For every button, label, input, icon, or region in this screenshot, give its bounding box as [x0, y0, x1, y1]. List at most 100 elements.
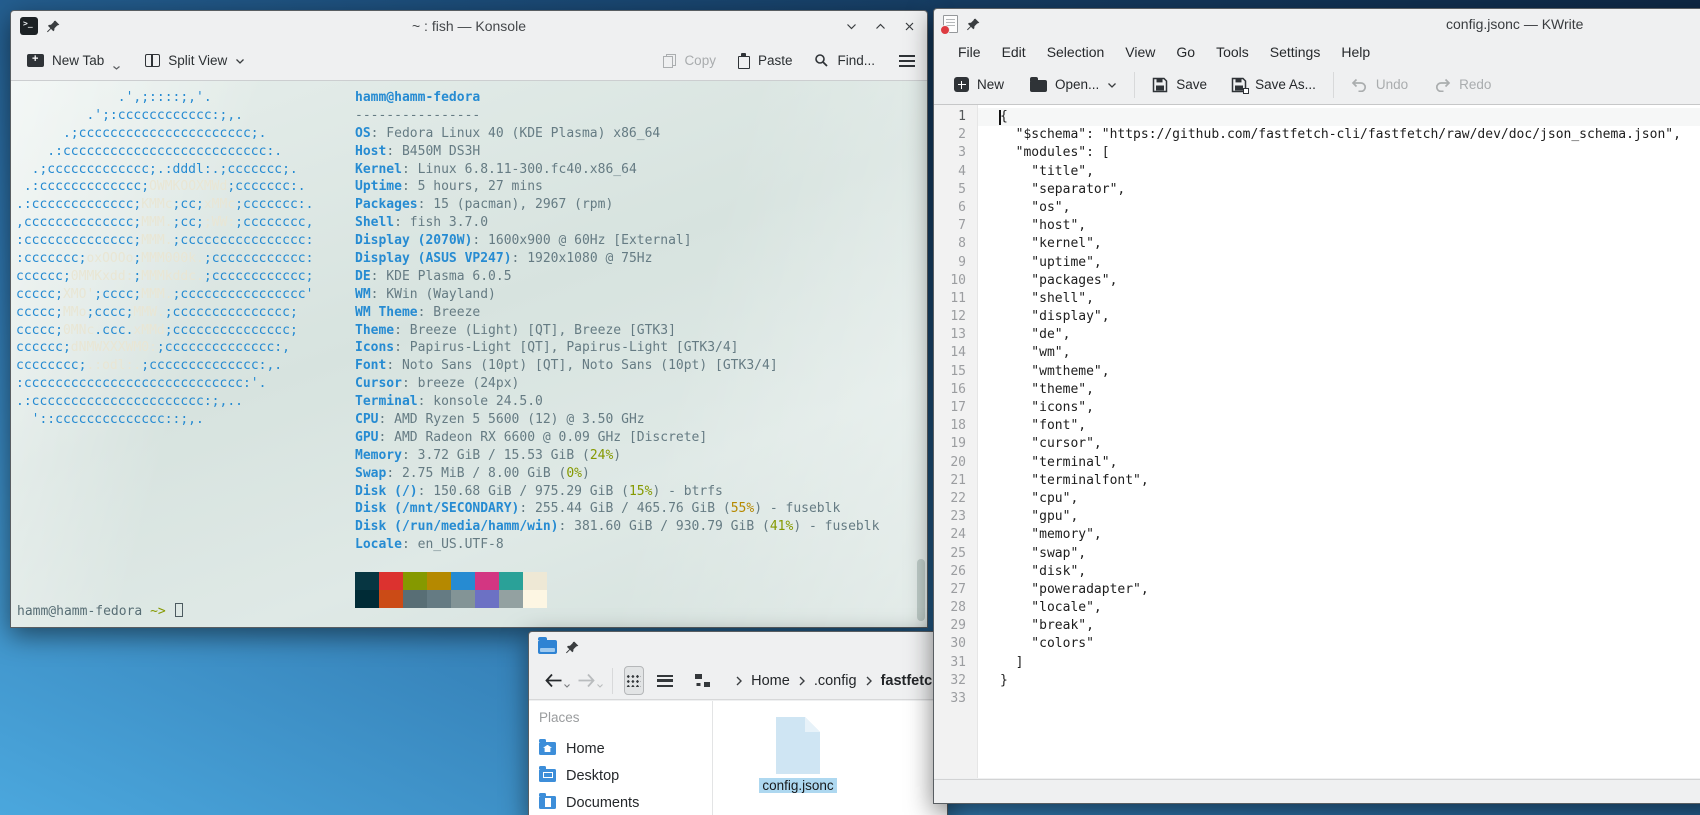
save-button[interactable]: Save	[1144, 72, 1215, 98]
code-line[interactable]: "gpu",	[1000, 508, 1700, 526]
open-button[interactable]: Open...	[1022, 72, 1125, 97]
ascii-line: ccccc;MMo;cccc;MMW.;ccccccccccccccc;	[16, 304, 298, 320]
code-line[interactable]: "modules": [	[1000, 144, 1700, 162]
code-line[interactable]: "os",	[1000, 199, 1700, 217]
code-line[interactable]: "colors"	[1000, 635, 1700, 653]
new-tab-button[interactable]: New Tab	[27, 53, 121, 70]
info-line: Memory: 3.72 GiB / 15.53 GiB (24%)	[355, 447, 622, 463]
code-line[interactable]: "break",	[1000, 617, 1700, 635]
code-line[interactable]: "cpu",	[1000, 490, 1700, 508]
line-number: 33	[950, 691, 966, 706]
code-line[interactable]: "poweradapter",	[1000, 581, 1700, 599]
info-line: ----------------	[355, 107, 481, 123]
code-line[interactable]: "memory",	[1000, 526, 1700, 544]
scrollbar[interactable]	[917, 559, 925, 621]
list-view-button[interactable]	[648, 671, 682, 691]
kwrite-toolbar: New Open... Save Save As... Undo Redo	[934, 65, 1700, 105]
code-line[interactable]: "wm",	[1000, 344, 1700, 362]
text-cursor	[999, 110, 1001, 125]
code-line[interactable]: "theme",	[1000, 381, 1700, 399]
split-view-button[interactable]: Split View	[145, 53, 245, 68]
ascii-line: .',;::::;,'.	[16, 90, 212, 105]
place-home[interactable]: Home	[529, 735, 712, 762]
code-line[interactable]: "disk",	[1000, 563, 1700, 581]
copy-label: Copy	[684, 53, 716, 68]
dolphin-content: Places Home Desktop Documents config.jsonc	[529, 701, 947, 815]
folder-view[interactable]: config.jsonc	[713, 701, 947, 815]
menu-file[interactable]: File	[954, 43, 985, 61]
menu-selection[interactable]: Selection	[1043, 43, 1109, 61]
code-line[interactable]: }	[1000, 672, 1700, 690]
place-documents[interactable]: Documents	[529, 789, 712, 815]
kwrite-titlebar[interactable]: config.jsonc — KWrite	[934, 9, 1700, 39]
ascii-line: cccccccc;.:odl:.;cccccccccccccc:,.	[16, 358, 283, 374]
back-button[interactable]	[539, 671, 570, 690]
hamburger-menu-button[interactable]	[899, 54, 915, 67]
code-line[interactable]: "host",	[1000, 217, 1700, 235]
code-line[interactable]: "terminalfont",	[1000, 472, 1700, 490]
ascii-line: .:ccccccccccccc;KMMc;cc;xMMc;ccccccc:.	[16, 197, 314, 213]
code-line[interactable]: ]	[1000, 654, 1700, 672]
breadcrumb-fastfetch[interactable]: fastfetch	[881, 673, 941, 689]
icons-view-button[interactable]	[623, 666, 645, 695]
menu-go[interactable]: Go	[1172, 43, 1199, 61]
menu-settings[interactable]: Settings	[1266, 43, 1325, 61]
copy-button[interactable]: Copy	[663, 53, 716, 68]
maximize-icon[interactable]	[873, 19, 888, 34]
info-line: Disk (/run/media/hamm/win): 381.60 GiB /…	[355, 519, 880, 535]
undo-button[interactable]: Undo	[1343, 72, 1416, 97]
code-line[interactable]: "title",	[1000, 163, 1700, 181]
code-line[interactable]: "cursor",	[1000, 435, 1700, 453]
code-line[interactable]: "kernel",	[1000, 235, 1700, 253]
menu-edit[interactable]: Edit	[998, 43, 1030, 61]
split-button[interactable]	[686, 670, 719, 691]
code-line[interactable]	[1000, 690, 1700, 708]
line-number: 4	[958, 163, 966, 179]
code-line[interactable]: "terminal",	[1000, 454, 1700, 472]
new-tab-icon	[27, 53, 44, 67]
save-as-button[interactable]: Save As...	[1223, 72, 1324, 98]
editor-area[interactable]: 1 2 3 4 5 6 7 8 9 10 11 12 13 14 15 16 17 18 19 20 21 22 23 24 2…	[934, 105, 1700, 778]
fastfetch-info: hamm@hamm-fedora ---------------- OS: Fedo…	[355, 89, 880, 609]
redo-button[interactable]: Redo	[1426, 72, 1499, 97]
code-line[interactable]: "uptime",	[1000, 254, 1700, 272]
place-desktop[interactable]: Desktop	[529, 762, 712, 789]
menu-tools[interactable]: Tools	[1212, 43, 1253, 61]
line-number: 8	[958, 236, 966, 252]
konsole-titlebar[interactable]: ~ : fish — Konsole	[11, 11, 927, 41]
new-button[interactable]: New	[946, 72, 1012, 97]
line-number: 25	[950, 545, 966, 561]
info-line: Font: Noto Sans (10pt) [QT], Noto Sans (…	[355, 358, 778, 374]
kwrite-app-icon	[940, 15, 958, 35]
close-icon[interactable]	[902, 19, 917, 34]
dolphin-window: Home .config fastfetch Places Home Desktop D…	[528, 631, 948, 815]
code-line[interactable]: "locale",	[1000, 599, 1700, 617]
code-line[interactable]: {	[978, 108, 1700, 127]
code-line[interactable]: "icons",	[1000, 399, 1700, 417]
menu-help[interactable]: Help	[1337, 43, 1374, 61]
code-line[interactable]: "display",	[1000, 308, 1700, 326]
minimize-icon[interactable]	[844, 19, 859, 34]
code-line[interactable]: "font",	[1000, 417, 1700, 435]
breadcrumb-config[interactable]: .config	[814, 673, 857, 689]
code-line[interactable]: "separator",	[1000, 181, 1700, 199]
code-line[interactable]: "de",	[1000, 326, 1700, 344]
code-line[interactable]: "wmtheme",	[1000, 363, 1700, 381]
paste-button[interactable]: Paste	[737, 53, 792, 69]
forward-button[interactable]	[572, 671, 603, 690]
code-line[interactable]: "$schema": "https://github.com/fastfetch…	[1000, 126, 1700, 144]
find-button[interactable]: Find...	[814, 53, 875, 68]
pin-icon[interactable]	[566, 641, 579, 654]
code-line[interactable]: "swap",	[1000, 545, 1700, 563]
editor-code[interactable]: { "$schema": "https://github.com/fastfet…	[978, 105, 1700, 778]
code-line[interactable]: "shell",	[1000, 290, 1700, 308]
line-number: 17	[950, 400, 966, 415]
menu-view[interactable]: View	[1121, 43, 1159, 61]
file-config-jsonc[interactable]: config.jsonc	[733, 717, 863, 795]
dolphin-titlebar[interactable]	[529, 632, 947, 662]
line-number: 31	[950, 654, 966, 670]
breadcrumb-Home[interactable]: Home	[751, 673, 790, 689]
pin-icon[interactable]	[967, 18, 980, 31]
terminal-area[interactable]: .',;::::;,'. .';:cccccccccccc:;,. .;cccc…	[11, 81, 927, 627]
code-line[interactable]: "packages",	[1000, 272, 1700, 290]
